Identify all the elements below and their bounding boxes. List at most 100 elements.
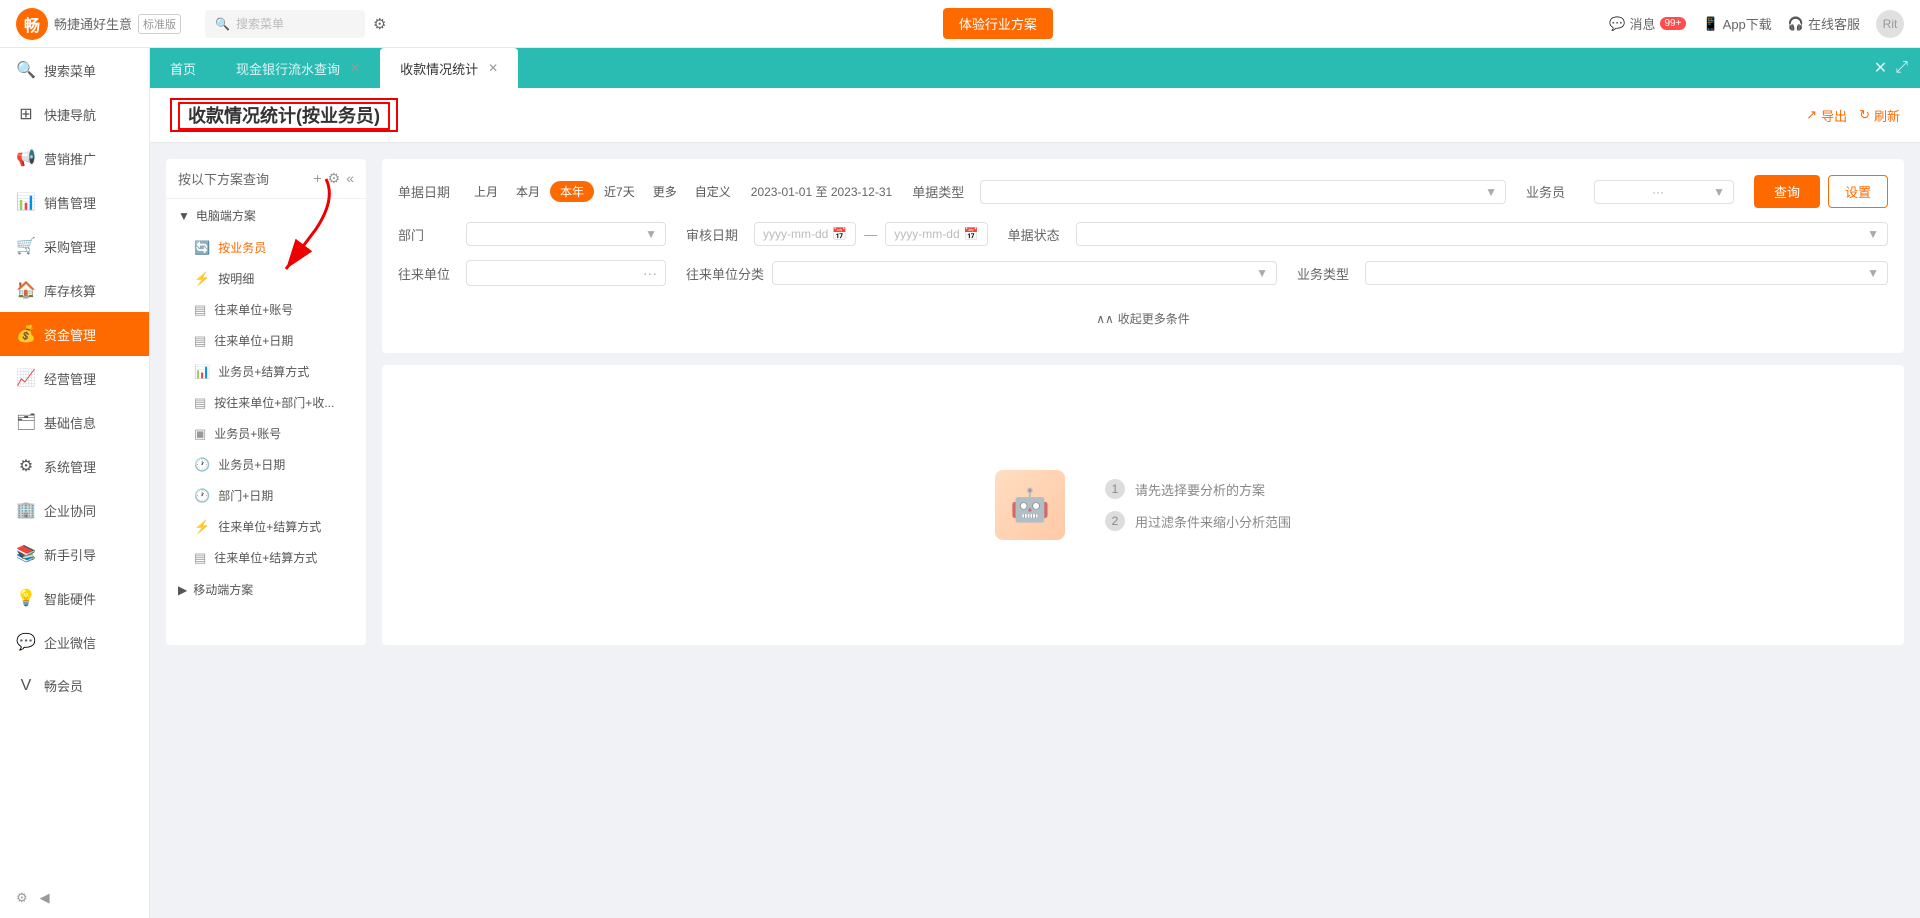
bottom-content: 🤖 1 请先选择要分析的方案 2 用过滤条件来缩小分析范围 bbox=[995, 470, 1291, 540]
doc-type-arrow-icon: ▼ bbox=[1485, 185, 1497, 199]
left-panel-header: 按以下方案查询 + ⚙ « bbox=[166, 159, 366, 199]
scheme-item-salesperson-payment[interactable]: 📊 业务员+结算方式 bbox=[166, 356, 366, 387]
sidebar-item-purchase[interactable]: 🛒 采购管理 bbox=[0, 224, 149, 268]
counterpart-select[interactable]: ··· bbox=[466, 260, 666, 286]
hint-item-2: 2 用过滤条件来缩小分析范围 bbox=[1105, 511, 1291, 531]
trial-button[interactable]: 体验行业方案 bbox=[943, 8, 1053, 39]
refresh-btn[interactable]: ↻ 刷新 bbox=[1859, 106, 1900, 125]
tab-expand-icon[interactable]: ⤢ bbox=[1895, 59, 1908, 77]
scheme-item-by-salesperson[interactable]: 🔄 按业务员 bbox=[166, 232, 366, 263]
empty-state-area: 🤖 1 请先选择要分析的方案 2 用过滤条件来缩小分析范围 bbox=[382, 365, 1904, 645]
hint-text-2: 用过滤条件来缩小分析范围 bbox=[1135, 512, 1291, 531]
refresh-label: 刷新 bbox=[1874, 106, 1900, 125]
sidebar-item-finance[interactable]: 💰 资金管理 bbox=[0, 312, 149, 356]
dept-select[interactable]: ▼ bbox=[466, 222, 666, 246]
sidebar-item-wechat[interactable]: 💬 企业微信 bbox=[0, 620, 149, 664]
sidebar-bottom-settings-icon[interactable]: ⚙ bbox=[16, 890, 28, 906]
date-tab-custom[interactable]: 自定义 bbox=[687, 181, 739, 202]
doc-status-select[interactable]: ▼ bbox=[1076, 222, 1888, 246]
tab-bank-flow[interactable]: 现金银行流水查询 ✕ bbox=[216, 48, 380, 88]
filter-item-review-date: 审核日期 yyyy-mm-dd 📅 — yyyy-mm-dd 📅 bbox=[686, 222, 988, 246]
logo-badge: 标准版 bbox=[138, 14, 181, 34]
tab-receipt-stats-close[interactable]: ✕ bbox=[488, 61, 498, 75]
salesperson-select[interactable]: ··· ▼ bbox=[1594, 180, 1734, 204]
filter-item-salesperson: 业务员 ··· ▼ bbox=[1526, 180, 1734, 204]
add-scheme-icon[interactable]: + bbox=[313, 170, 321, 187]
page-title: 收款情况统计(按业务员) bbox=[178, 102, 390, 130]
hint-item-1: 1 请先选择要分析的方案 bbox=[1105, 479, 1265, 499]
sidebar-item-search[interactable]: 🔍 搜索菜单 bbox=[0, 48, 149, 92]
right-panel: 单据日期 上月 本月 本年 近7天 更多 自定义 2023-01-01 至 20… bbox=[382, 159, 1904, 645]
date-tab-this-month[interactable]: 本月 bbox=[508, 181, 548, 202]
sidebar-item-member[interactable]: V 畅会员 bbox=[0, 664, 149, 707]
scheme-item-icon-2: ▤ bbox=[194, 302, 206, 318]
tab-close-all-icon[interactable]: ✕ bbox=[1874, 58, 1887, 78]
scheme-settings-icon[interactable]: ⚙ bbox=[328, 170, 341, 187]
sidebar-basic-info-label: 基础信息 bbox=[44, 413, 96, 432]
collapse-panel-icon[interactable]: « bbox=[346, 170, 354, 187]
settings-button[interactable]: 设置 bbox=[1828, 175, 1888, 208]
export-btn[interactable]: ↗ 导出 bbox=[1806, 106, 1847, 125]
inventory-icon: 🏠 bbox=[16, 280, 36, 300]
sidebar-wechat-label: 企业微信 bbox=[44, 633, 96, 652]
top-bar-left: 畅 畅捷通好生意 标准版 🔍 搜索菜单 ⚙ bbox=[16, 8, 386, 40]
wechat-icon: 💬 bbox=[16, 632, 36, 652]
scheme-item-dept-date[interactable]: 🕐 部门+日期 bbox=[166, 480, 366, 511]
date-tab-7days[interactable]: 近7天 bbox=[596, 181, 643, 202]
sidebar-item-sales[interactable]: 📊 销售管理 bbox=[0, 180, 149, 224]
collapse-filters-btn[interactable]: ∧∧ 收起更多条件 bbox=[398, 300, 1888, 337]
online-service-btn[interactable]: 🎧 在线客服 bbox=[1788, 14, 1860, 33]
sidebar-item-basic-info[interactable]: 🗂 基础信息 bbox=[0, 400, 149, 444]
scheme-item-icon-3: ▤ bbox=[194, 333, 206, 349]
messages-btn[interactable]: 💬 消息 99+ bbox=[1609, 14, 1686, 33]
scheme-group-mobile-title[interactable]: ▶ 移动端方案 bbox=[166, 573, 366, 606]
tab-bank-flow-close[interactable]: ✕ bbox=[350, 61, 360, 75]
counterpart-category-select[interactable]: ▼ bbox=[772, 261, 1277, 285]
filter-item-dept: 部门 ▼ bbox=[398, 222, 666, 246]
review-date-end[interactable]: yyyy-mm-dd 📅 bbox=[885, 222, 987, 246]
basic-info-icon: 🗂 bbox=[16, 412, 36, 432]
collapse-label: 收起更多条件 bbox=[1118, 310, 1190, 327]
guide-icon: 📚 bbox=[16, 544, 36, 564]
sidebar-item-operations[interactable]: 📈 经营管理 bbox=[0, 356, 149, 400]
sidebar-item-smart-hw[interactable]: 💡 智能硬件 bbox=[0, 576, 149, 620]
scheme-item-unit-payment2[interactable]: ▤ 往来单位+结算方式 bbox=[166, 542, 366, 573]
date-tab-more[interactable]: 更多 bbox=[645, 181, 685, 202]
filter-row-2: 部门 ▼ 审核日期 yyyy-mm-dd 📅 bbox=[398, 222, 1888, 246]
scheme-group-desktop-title[interactable]: ▼ 电脑端方案 bbox=[166, 199, 366, 232]
review-date-label: 审核日期 bbox=[686, 225, 746, 244]
export-label: 导出 bbox=[1821, 106, 1847, 125]
top-settings-icon[interactable]: ⚙ bbox=[373, 15, 386, 33]
query-button[interactable]: 查询 bbox=[1754, 175, 1820, 208]
sidebar-item-marketing[interactable]: 📢 营销推广 bbox=[0, 136, 149, 180]
tab-home[interactable]: 首页 bbox=[150, 48, 216, 88]
business-type-select[interactable]: ▼ bbox=[1365, 261, 1888, 285]
user-avatar-area[interactable]: Rit bbox=[1876, 10, 1904, 38]
app-download-btn[interactable]: 📱 App下载 bbox=[1702, 14, 1771, 33]
scheme-item-salesperson-date[interactable]: 🕐 业务员+日期 bbox=[166, 449, 366, 480]
sidebar-bottom-collapse-icon[interactable]: ◀ bbox=[40, 890, 50, 906]
tab-receipt-stats[interactable]: 收款情况统计 ✕ bbox=[380, 48, 518, 88]
sidebar-item-enterprise[interactable]: 🏢 企业协同 bbox=[0, 488, 149, 532]
sidebar-item-quick-nav[interactable]: ⊞ 快捷导航 bbox=[0, 92, 149, 136]
top-bar-center: 体验行业方案 bbox=[943, 8, 1053, 39]
scheme-item-salesperson-account[interactable]: ▣ 业务员+账号 bbox=[166, 418, 366, 449]
messages-badge: 99+ bbox=[1660, 17, 1687, 30]
date-tab-last-month[interactable]: 上月 bbox=[466, 181, 506, 202]
sidebar-item-inventory[interactable]: 🏠 库存核算 bbox=[0, 268, 149, 312]
top-search-bar[interactable]: 🔍 搜索菜单 bbox=[205, 10, 365, 38]
date-tab-this-year[interactable]: 本年 bbox=[550, 181, 594, 202]
scheme-item-unit-date[interactable]: ▤ 往来单位+日期 bbox=[166, 325, 366, 356]
scheme-item-unit-account[interactable]: ▤ 往来单位+账号 bbox=[166, 294, 366, 325]
date-filter-label: 单据日期 bbox=[398, 182, 458, 201]
doc-type-select[interactable]: ▼ bbox=[980, 180, 1506, 204]
business-type-arrow-icon: ▼ bbox=[1867, 266, 1879, 280]
scheme-item-unit-payment1[interactable]: ⚡ 往来单位+结算方式 bbox=[166, 511, 366, 542]
scheme-group-desktop: ▼ 电脑端方案 🔄 按业务员 ⚡ 按明细 bbox=[166, 199, 366, 573]
review-date-start[interactable]: yyyy-mm-dd 📅 bbox=[754, 222, 856, 246]
sidebar-item-system[interactable]: ⚙ 系统管理 bbox=[0, 444, 149, 488]
counterpart-dots[interactable]: ··· bbox=[643, 265, 657, 281]
scheme-item-unit-dept-collect[interactable]: ▤ 按往来单位+部门+收... bbox=[166, 387, 366, 418]
sidebar-item-guide[interactable]: 📚 新手引导 bbox=[0, 532, 149, 576]
scheme-item-detail[interactable]: ⚡ 按明细 bbox=[166, 263, 366, 294]
